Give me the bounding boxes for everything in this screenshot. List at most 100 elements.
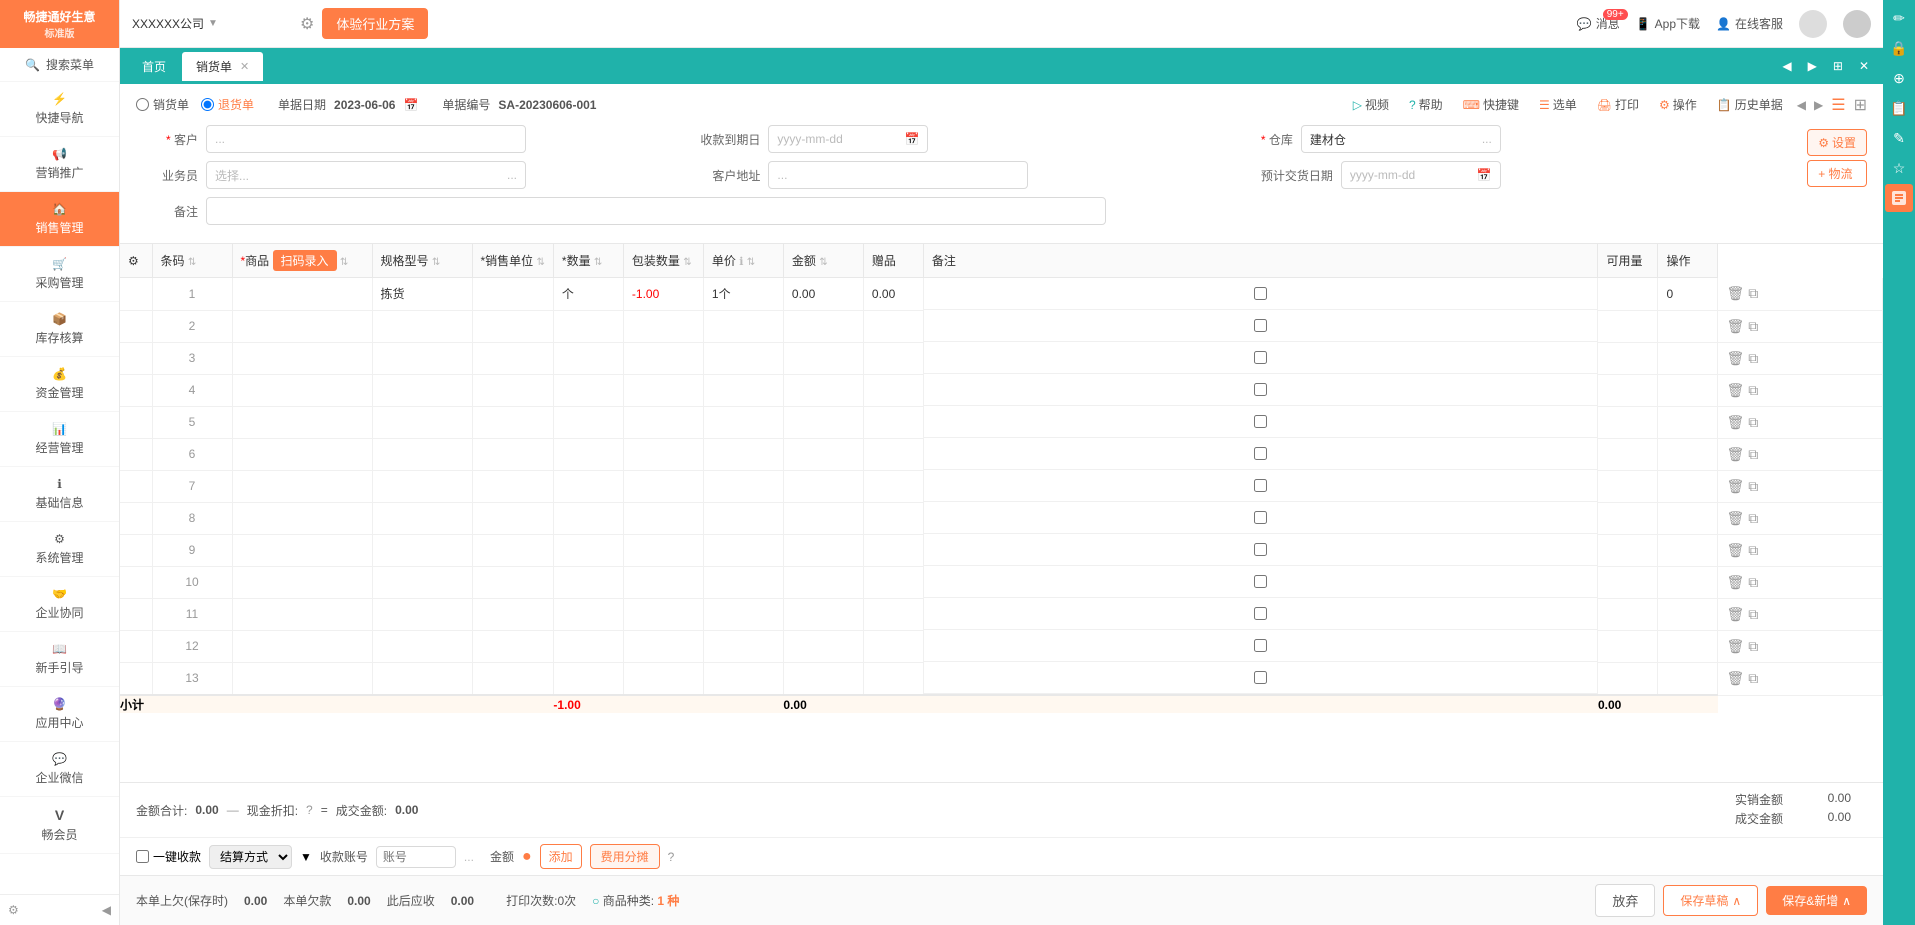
toolbar-shortcut[interactable]: ⌨ 快捷键 xyxy=(1457,94,1525,115)
cell-product-1[interactable] xyxy=(372,310,472,342)
cell-price-4[interactable] xyxy=(783,406,863,438)
sidebar-item-search[interactable]: 🔍 搜索菜单 xyxy=(0,48,119,82)
settings-icon[interactable]: ⚙ xyxy=(8,903,19,917)
next-record-icon[interactable]: ▶ xyxy=(1814,98,1823,112)
cell-price-3[interactable] xyxy=(783,374,863,406)
cell-product-5[interactable] xyxy=(372,438,472,470)
cell-barcode-7[interactable] xyxy=(232,502,372,534)
gift-checkbox-2[interactable] xyxy=(1254,351,1267,364)
sidebar-item-quick[interactable]: ⚡ 快捷导航 xyxy=(0,82,119,137)
gift-checkbox-6[interactable] xyxy=(1254,479,1267,492)
cell-barcode-2[interactable] xyxy=(232,342,372,374)
cell-unit-6[interactable] xyxy=(553,470,623,502)
delete-icon-2[interactable]: 🗑 xyxy=(1726,350,1744,367)
delete-icon-4[interactable]: 🗑 xyxy=(1726,414,1744,431)
delete-icon-8[interactable]: 🗑 xyxy=(1726,542,1744,559)
radio-return-input[interactable] xyxy=(201,98,214,111)
rp-edit[interactable]: ✏ xyxy=(1885,4,1913,32)
remark-input[interactable] xyxy=(206,197,1106,225)
rp-star[interactable]: ☆ xyxy=(1885,154,1913,182)
cell-barcode-6[interactable] xyxy=(232,470,372,502)
prev-record-icon[interactable]: ◀ xyxy=(1797,98,1806,112)
fenyong-btn[interactable]: 费用分摊 xyxy=(590,844,660,869)
cell-remark-5[interactable] xyxy=(1598,438,1658,470)
copy-icon-8[interactable]: ⧉ xyxy=(1748,542,1758,559)
user-avatar2[interactable] xyxy=(1843,10,1871,38)
tab-nav-next[interactable]: ▶ xyxy=(1802,57,1823,75)
cell-qty-4[interactable] xyxy=(623,406,703,438)
cell-pkg-3[interactable] xyxy=(703,374,783,406)
cell-unit-4[interactable] xyxy=(553,406,623,438)
cell-qty-0[interactable]: -1.00 xyxy=(623,278,703,311)
user-avatar[interactable] xyxy=(1799,10,1827,38)
cell-price-11[interactable] xyxy=(783,630,863,662)
cell-spec-2[interactable] xyxy=(472,342,553,374)
delete-icon-12[interactable]: 🗑 xyxy=(1726,670,1744,687)
cell-price-8[interactable] xyxy=(783,534,863,566)
cell-barcode-3[interactable] xyxy=(232,374,372,406)
cell-product-9[interactable] xyxy=(372,566,472,598)
cell-unit-12[interactable] xyxy=(553,662,623,695)
cell-gift-9[interactable] xyxy=(924,566,1598,598)
cell-spec-11[interactable] xyxy=(472,630,553,662)
cell-unit-5[interactable] xyxy=(553,438,623,470)
gift-checkbox-1[interactable] xyxy=(1254,319,1267,332)
gift-checkbox-12[interactable] xyxy=(1254,671,1267,684)
account-input[interactable] xyxy=(376,846,456,868)
toolbar-history[interactable]: 📋 历史单据 xyxy=(1711,94,1789,115)
rp-copy[interactable]: 📋 xyxy=(1885,94,1913,122)
copy-icon-11[interactable]: ⧉ xyxy=(1748,638,1758,655)
cell-pkg-6[interactable] xyxy=(703,470,783,502)
customer-addr-input[interactable]: ... xyxy=(768,161,1028,189)
calendar-icon[interactable]: 📅 xyxy=(403,98,418,112)
cell-amount-1[interactable] xyxy=(863,310,923,342)
cell-product-8[interactable] xyxy=(372,534,472,566)
cell-gift-3[interactable] xyxy=(924,374,1598,406)
gift-checkbox-11[interactable] xyxy=(1254,639,1267,652)
sidebar-item-finance[interactable]: 💰 资金管理 xyxy=(0,357,119,412)
sidebar-item-sales[interactable]: 🏠 销售管理 xyxy=(0,192,119,247)
cell-price-0[interactable]: 0.00 xyxy=(783,278,863,311)
cell-remark-1[interactable] xyxy=(1598,310,1658,342)
add-btn[interactable]: 添加 xyxy=(540,844,582,869)
cell-qty-7[interactable] xyxy=(623,502,703,534)
delete-icon-10[interactable]: 🗑 xyxy=(1726,606,1744,623)
cell-gift-12[interactable] xyxy=(924,662,1598,694)
rp-plus[interactable]: ⊕ xyxy=(1885,64,1913,92)
cell-gift-4[interactable] xyxy=(924,406,1598,438)
account-dots[interactable]: ... xyxy=(464,850,474,864)
gift-checkbox-5[interactable] xyxy=(1254,447,1267,460)
radio-sale-input[interactable] xyxy=(136,98,149,111)
gift-checkbox-10[interactable] xyxy=(1254,607,1267,620)
app-download-btn[interactable]: 📱 App下载 xyxy=(1636,15,1700,32)
cell-pkg-5[interactable] xyxy=(703,438,783,470)
cell-amount-7[interactable] xyxy=(863,502,923,534)
col-header-settings[interactable]: ⚙ xyxy=(120,244,152,278)
cell-pkg-7[interactable] xyxy=(703,502,783,534)
tab-sales-order[interactable]: 销货单 ✕ xyxy=(182,52,263,81)
cell-pkg-0[interactable]: 1个 xyxy=(703,278,783,311)
cell-amount-8[interactable] xyxy=(863,534,923,566)
cell-product-10[interactable] xyxy=(372,598,472,630)
delete-icon-9[interactable]: 🗑 xyxy=(1726,574,1744,591)
tab-nav-prev[interactable]: ◀ xyxy=(1776,57,1797,75)
cell-pkg-12[interactable] xyxy=(703,662,783,695)
cell-barcode-12[interactable] xyxy=(232,662,372,695)
cell-qty-10[interactable] xyxy=(623,598,703,630)
sidebar-item-collab[interactable]: 🤝 企业协同 xyxy=(0,577,119,632)
cell-qty-11[interactable] xyxy=(623,630,703,662)
cell-barcode-10[interactable] xyxy=(232,598,372,630)
rp-orange[interactable] xyxy=(1885,184,1913,212)
cell-unit-7[interactable] xyxy=(553,502,623,534)
copy-icon-12[interactable]: ⧉ xyxy=(1748,670,1758,687)
copy-icon-7[interactable]: ⧉ xyxy=(1748,510,1758,527)
rp-note[interactable]: ✎ xyxy=(1885,124,1913,152)
logistics-btn[interactable]: + 物流 xyxy=(1807,160,1867,187)
delete-icon-6[interactable]: 🗑 xyxy=(1726,478,1744,495)
cell-gift-7[interactable] xyxy=(924,502,1598,534)
copy-icon-5[interactable]: ⧉ xyxy=(1748,446,1758,463)
cell-remark-6[interactable] xyxy=(1598,470,1658,502)
cell-amount-9[interactable] xyxy=(863,566,923,598)
cell-qty-9[interactable] xyxy=(623,566,703,598)
trial-btn[interactable]: 体验行业方案 xyxy=(322,8,428,39)
